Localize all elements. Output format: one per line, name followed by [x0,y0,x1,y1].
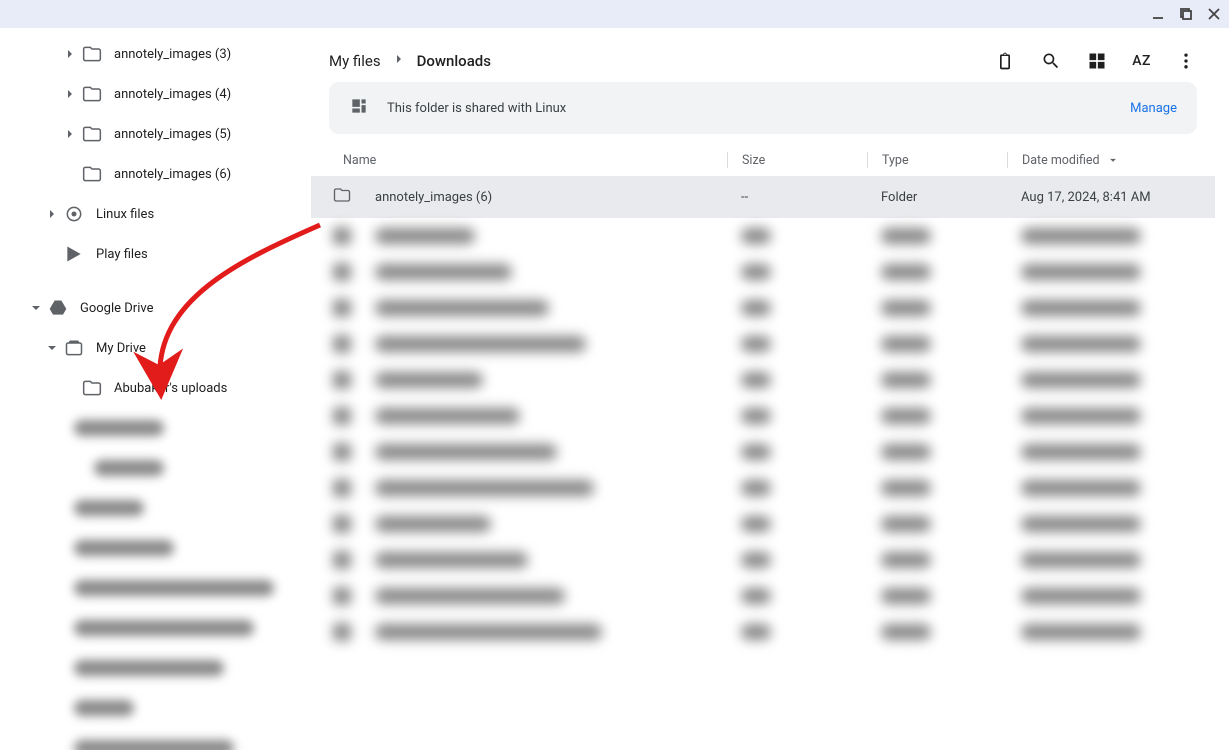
breadcrumb-current: Downloads [417,52,491,70]
gdrive-icon [48,298,68,318]
table-row-blurred [311,398,1215,434]
sidebar-item-label: annotely_images (4) [114,87,231,102]
folder-icon [82,124,102,144]
close-icon[interactable] [1207,7,1221,21]
col-date[interactable]: Date modified [1007,152,1197,168]
folder-icon [82,84,102,104]
mydrive-icon [64,338,84,358]
col-size[interactable]: Size [727,152,867,168]
sidebar-item-annotely-images-4-[interactable]: annotely_images (4) [0,74,305,114]
chevron-right-icon [391,51,407,71]
linux-icon [64,204,84,224]
table-row-blurred [311,218,1215,254]
sidebar-item-google-drive[interactable]: Google Drive [0,288,305,328]
table-row-blurred [311,542,1215,578]
table-row-blurred [311,434,1215,470]
sidebar-item-blurred [0,488,305,528]
content-pane: My files Downloads AZ [305,28,1229,750]
sidebar-item-label: Linux files [96,207,154,222]
sidebar-item-blurred [0,568,305,608]
sidebar-item-linux-files[interactable]: Linux files [0,194,305,234]
share-banner: This folder is shared with Linux Manage [329,82,1197,134]
minimize-icon[interactable] [1151,7,1165,21]
sort-desc-icon [1106,153,1120,167]
sidebar-item-blurred [0,608,305,648]
sidebar-item-blurred [0,648,305,688]
table-row[interactable]: annotely_images (6) -- Folder Aug 17, 20… [311,176,1215,218]
sidebar-item-blurred [0,728,305,750]
table-row-blurred [311,614,1215,650]
sidebar-item-play-files[interactable]: Play files [0,234,305,274]
window-titlebar [0,0,1229,28]
table-row-blurred [311,326,1215,362]
share-banner-text: This folder is shared with Linux [387,101,566,116]
chevron-icon[interactable] [44,343,60,353]
sidebar-item-label: annotely_images (5) [114,127,231,142]
folder-icon [82,44,102,64]
search-icon[interactable] [1040,50,1062,72]
sidebar-item-blurred [0,408,305,448]
sidebar-item-label: Google Drive [80,301,153,316]
col-name[interactable]: Name [343,152,727,168]
table-row-blurred [311,290,1215,326]
folder-icon [82,378,102,398]
col-type[interactable]: Type [867,152,1007,168]
table-row-blurred [311,362,1215,398]
sidebar-item-abubakar-s-uploads[interactable]: Abubakar's uploads [0,368,305,408]
file-date: Aug 17, 2024, 8:41 AM [1007,190,1197,205]
file-table: Name Size Type Date modified annotely_im… [311,144,1215,650]
folder-icon [82,164,102,184]
manage-link[interactable]: Manage [1130,101,1177,116]
table-row-blurred [311,254,1215,290]
chevron-icon[interactable] [62,49,78,59]
table-row-blurred [311,578,1215,614]
more-vert-icon[interactable] [1175,50,1197,72]
sidebar: annotely_images (3) annotely_images (4) an… [0,28,305,750]
file-size: -- [727,190,867,205]
table-row-blurred [311,506,1215,542]
play-icon [64,244,84,264]
chevron-icon[interactable] [28,303,44,313]
sidebar-item-label: My Drive [96,341,146,356]
chevron-icon[interactable] [62,129,78,139]
sidebar-item-label: annotely_images (6) [114,167,231,182]
table-header: Name Size Type Date modified [311,144,1215,176]
clipboard-icon[interactable] [994,50,1016,72]
sidebar-item-blurred [0,688,305,728]
sidebar-item-blurred [0,448,305,488]
file-name: annotely_images (6) [365,190,727,205]
sidebar-item-my-drive[interactable]: My Drive [0,328,305,368]
breadcrumb: My files Downloads [329,51,491,71]
sidebar-item-annotely-images-6-[interactable]: annotely_images (6) [0,154,305,194]
breadcrumb-root[interactable]: My files [329,52,381,70]
sidebar-item-annotely-images-5-[interactable]: annotely_images (5) [0,114,305,154]
sidebar-item-label: Abubakar's uploads [114,381,227,396]
maximize-icon[interactable] [1179,7,1193,21]
sidebar-item-annotely-images-3-[interactable]: annotely_images (3) [0,34,305,74]
chevron-icon[interactable] [62,89,78,99]
sidebar-item-label: annotely_images (3) [114,47,231,62]
chevron-icon[interactable] [44,209,60,219]
table-row-blurred [311,470,1215,506]
grid-view-icon[interactable] [1086,50,1108,72]
file-type: Folder [867,190,1007,205]
linux-share-icon [349,96,369,120]
sidebar-item-label: Play files [96,247,148,262]
folder-icon [333,186,365,208]
sort-az-button[interactable]: AZ [1132,53,1151,69]
sidebar-item-blurred [0,528,305,568]
